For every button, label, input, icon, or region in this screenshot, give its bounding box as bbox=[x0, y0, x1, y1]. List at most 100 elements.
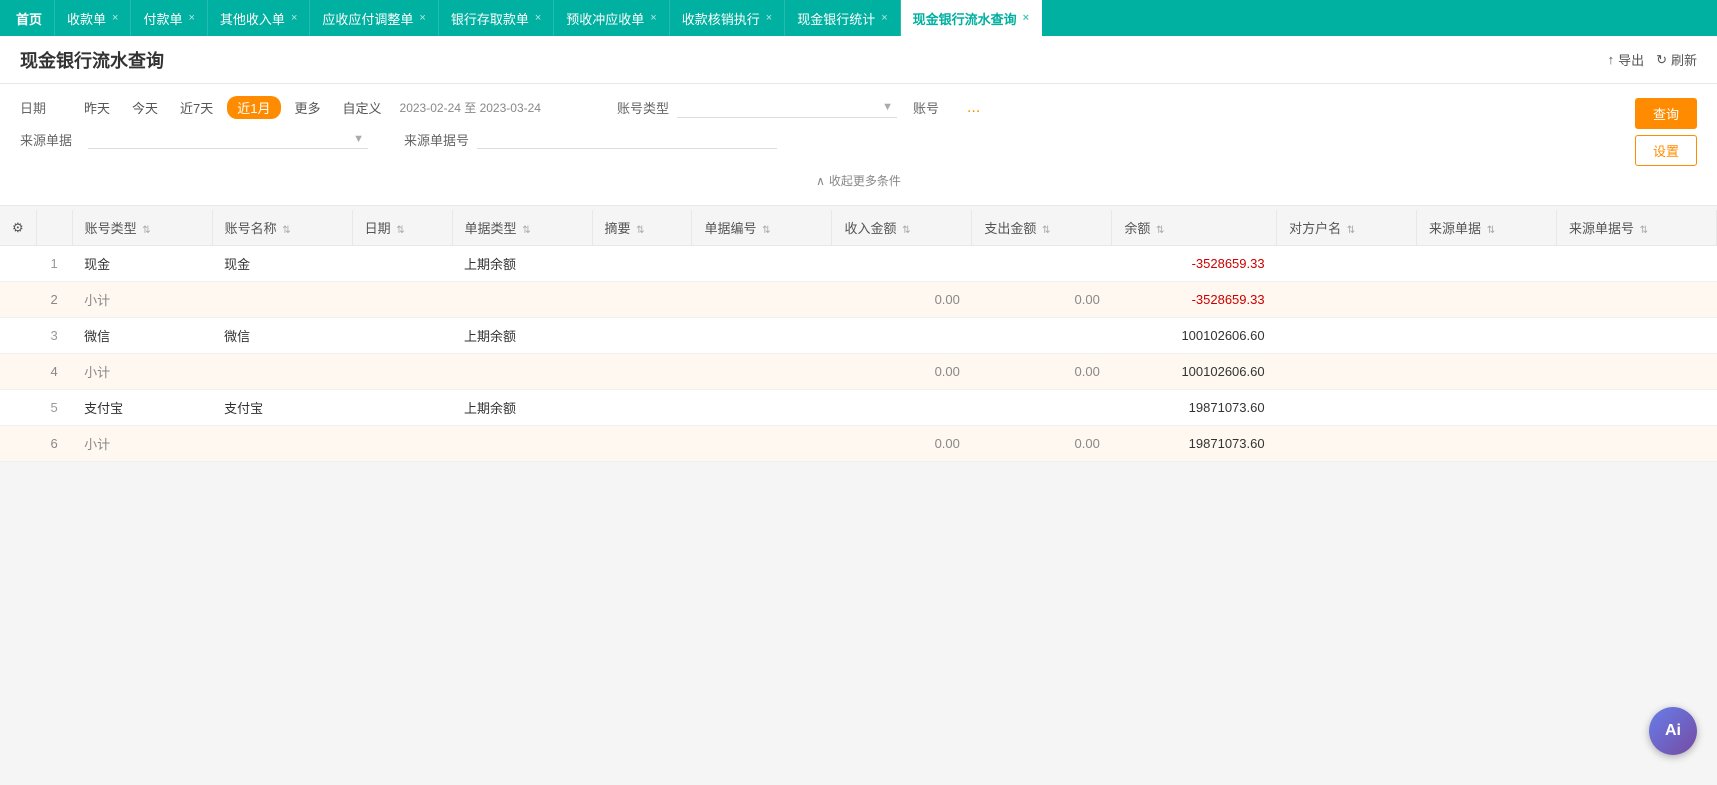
query-button[interactable]: 查询 bbox=[1635, 98, 1697, 129]
th-summary[interactable]: 摘要 ⇅ bbox=[592, 210, 692, 246]
row-source-doc bbox=[1417, 318, 1557, 354]
nav-tab-7[interactable]: 现金银行统计 × bbox=[785, 0, 900, 36]
th-counterparty[interactable]: 对方户名 ⇅ bbox=[1277, 210, 1417, 246]
ai-assistant-button[interactable]: Ai bbox=[1649, 707, 1697, 755]
th-doc-type[interactable]: 单据类型 ⇅ bbox=[452, 210, 592, 246]
nav-tab-0[interactable]: 收款单 × bbox=[55, 0, 131, 36]
close-icon[interactable]: × bbox=[1023, 12, 1029, 24]
nav-tab-5[interactable]: 预收冲应收单 × bbox=[554, 0, 669, 36]
source-doc-select[interactable]: ▼ bbox=[88, 129, 368, 149]
account-ellipsis-button[interactable]: ... bbox=[961, 97, 986, 119]
row-expense bbox=[972, 246, 1112, 282]
table-row[interactable]: 1 现金 现金 上期余额 -3528659.33 bbox=[0, 246, 1717, 282]
sort-icon: ⇅ bbox=[902, 225, 910, 236]
sort-icon: ⇅ bbox=[1347, 225, 1355, 236]
date-opt-today[interactable]: 今天 bbox=[124, 96, 166, 119]
nav-tab-8[interactable]: 现金银行流水查询 × bbox=[901, 0, 1042, 36]
table-row[interactable]: 2 小计 0.00 0.00 -3528659.33 bbox=[0, 282, 1717, 318]
page-header: 现金银行流水查询 ↑ 导出 ↻ 刷新 bbox=[0, 36, 1717, 84]
row-doc-type bbox=[452, 282, 592, 318]
row-expense: 0.00 bbox=[972, 282, 1112, 318]
source-doc-label: 来源单据 bbox=[20, 130, 72, 149]
row-source-doc bbox=[1417, 390, 1557, 426]
sort-icon: ⇅ bbox=[1487, 225, 1495, 236]
close-icon[interactable]: × bbox=[291, 12, 297, 24]
table-row[interactable]: 4 小计 0.00 0.00 100102606.60 bbox=[0, 354, 1717, 390]
table-row[interactable]: 3 微信 微信 上期余额 100102606.60 bbox=[0, 318, 1717, 354]
nav-home[interactable]: 首页 bbox=[4, 0, 55, 36]
table-row[interactable]: 6 小计 0.00 0.00 19871073.60 bbox=[0, 426, 1717, 462]
table-area: ⚙ 账号类型 ⇅ 账号名称 ⇅ 日期 ⇅ 单据类型 ⇅ bbox=[0, 210, 1717, 462]
row-gear bbox=[0, 354, 36, 390]
source-doc-no-input[interactable] bbox=[477, 129, 777, 149]
account-label: 账号 bbox=[913, 98, 953, 117]
close-icon[interactable]: × bbox=[188, 12, 194, 24]
th-source-doc[interactable]: 来源单据 ⇅ bbox=[1417, 210, 1557, 246]
th-date[interactable]: 日期 ⇅ bbox=[352, 210, 452, 246]
date-opt-yesterday[interactable]: 昨天 bbox=[76, 96, 118, 119]
row-source-doc-no bbox=[1557, 282, 1717, 318]
date-opt-7days[interactable]: 近7天 bbox=[172, 96, 221, 119]
row-number: 2 bbox=[36, 282, 72, 318]
close-icon[interactable]: × bbox=[419, 12, 425, 24]
settings-button[interactable]: 设置 bbox=[1635, 135, 1697, 166]
row-source-doc-no bbox=[1557, 318, 1717, 354]
th-doc-no[interactable]: 单据编号 ⇅ bbox=[692, 210, 832, 246]
sort-icon: ⇅ bbox=[522, 225, 530, 236]
nav-tab-3[interactable]: 应收应付调整单 × bbox=[310, 0, 438, 36]
row-doc-type bbox=[452, 354, 592, 390]
row-doc-type bbox=[452, 426, 592, 462]
refresh-button[interactable]: ↻ 刷新 bbox=[1656, 50, 1697, 69]
th-account-name[interactable]: 账号名称 ⇅ bbox=[212, 210, 352, 246]
filter-area: 日期 昨天 今天 近7天 近1月 更多 自定义 2023-02-24 至 202… bbox=[0, 84, 1717, 206]
close-icon[interactable]: × bbox=[766, 12, 772, 24]
row-source-doc-no bbox=[1557, 390, 1717, 426]
th-income[interactable]: 收入金额 ⇅ bbox=[832, 210, 972, 246]
th-expense[interactable]: 支出金额 ⇅ bbox=[972, 210, 1112, 246]
th-source-doc-no[interactable]: 来源单据号 ⇅ bbox=[1557, 210, 1717, 246]
sort-icon: ⇅ bbox=[1640, 225, 1648, 236]
nav-tab-1[interactable]: 付款单 × bbox=[131, 0, 207, 36]
export-icon: ↑ bbox=[1608, 52, 1615, 67]
date-opt-custom[interactable]: 自定义 bbox=[335, 96, 390, 119]
th-balance[interactable]: 余额 ⇅ bbox=[1112, 210, 1277, 246]
row-doc-type: 上期余额 bbox=[452, 390, 592, 426]
nav-tab-2[interactable]: 其他收入单 × bbox=[208, 0, 310, 36]
nav-tab-4[interactable]: 银行存取款单 × bbox=[439, 0, 554, 36]
close-icon[interactable]: × bbox=[881, 12, 887, 24]
table-row[interactable]: 5 支付宝 支付宝 上期余额 19871073.60 bbox=[0, 390, 1717, 426]
row-date bbox=[352, 318, 452, 354]
close-icon[interactable]: × bbox=[535, 12, 541, 24]
row-income bbox=[832, 390, 972, 426]
row-balance: -3528659.33 bbox=[1112, 246, 1277, 282]
row-doc-no bbox=[692, 426, 832, 462]
row-summary bbox=[592, 390, 692, 426]
th-gear[interactable]: ⚙ bbox=[0, 210, 36, 246]
sort-icon: ⇅ bbox=[636, 225, 644, 236]
close-icon[interactable]: × bbox=[650, 12, 656, 24]
date-opt-more[interactable]: 更多 bbox=[287, 96, 329, 119]
row-doc-no bbox=[692, 282, 832, 318]
th-account-type[interactable]: 账号类型 ⇅ bbox=[72, 210, 212, 246]
source-doc-no-label: 来源单据号 bbox=[404, 130, 469, 149]
account-type-select[interactable]: ▼ bbox=[677, 98, 897, 118]
row-doc-type: 上期余额 bbox=[452, 246, 592, 282]
sort-icon: ⇅ bbox=[142, 225, 150, 236]
sort-icon: ⇅ bbox=[1156, 225, 1164, 236]
row-doc-type: 上期余额 bbox=[452, 318, 592, 354]
nav-tab-6[interactable]: 收款核销执行 × bbox=[670, 0, 785, 36]
export-button[interactable]: ↑ 导出 bbox=[1608, 50, 1645, 69]
row-balance: 19871073.60 bbox=[1112, 426, 1277, 462]
row-account-name: 支付宝 bbox=[212, 390, 352, 426]
close-icon[interactable]: × bbox=[112, 12, 118, 24]
data-table: ⚙ 账号类型 ⇅ 账号名称 ⇅ 日期 ⇅ 单据类型 ⇅ bbox=[0, 210, 1717, 462]
row-expense bbox=[972, 390, 1112, 426]
row-counterparty bbox=[1277, 390, 1417, 426]
row-number: 5 bbox=[36, 390, 72, 426]
sort-icon: ⇅ bbox=[282, 225, 290, 236]
row-account-name bbox=[212, 354, 352, 390]
row-gear bbox=[0, 390, 36, 426]
date-opt-1month[interactable]: 近1月 bbox=[227, 96, 280, 119]
collapse-bar[interactable]: ∧ 收起更多条件 bbox=[20, 166, 1697, 193]
row-account-type: 小计 bbox=[72, 426, 212, 462]
